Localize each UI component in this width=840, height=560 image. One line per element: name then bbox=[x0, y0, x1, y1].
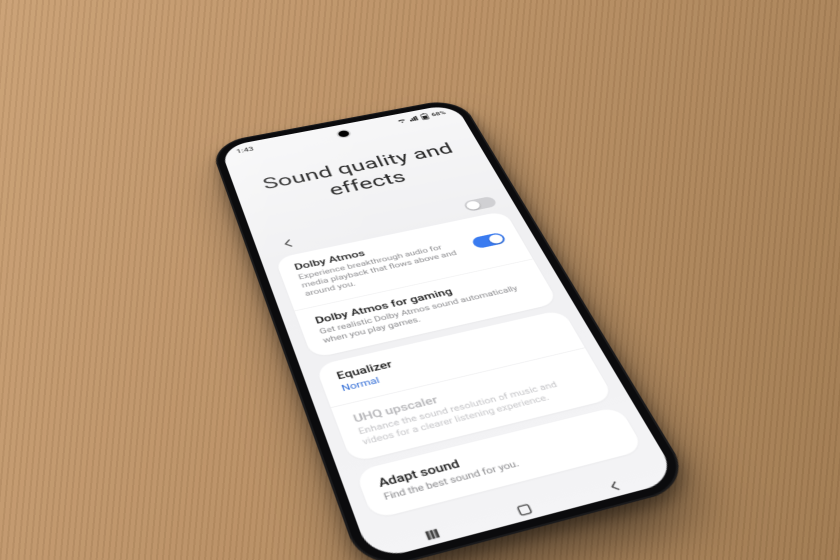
setting-subtitle: Enhance the sound resolution of music an… bbox=[357, 373, 593, 448]
setting-value: Normal bbox=[340, 333, 564, 393]
status-time: 1:43 bbox=[236, 146, 255, 155]
settings-list: Dolby Atmos Experience breakthrough audi… bbox=[261, 208, 668, 542]
setting-subtitle: Find the best sound for you. bbox=[382, 433, 622, 503]
back-button[interactable] bbox=[271, 232, 306, 256]
phone-frame: 1:43 68% bbox=[209, 97, 694, 560]
status-battery: 68% bbox=[430, 110, 446, 117]
navigation-bar bbox=[364, 462, 679, 560]
signal-icon bbox=[408, 116, 419, 122]
dolby-atmos-toggle[interactable] bbox=[471, 232, 508, 249]
settings-card-3: Adapt sound Find the best sound for you. bbox=[355, 406, 645, 520]
nav-recents-button[interactable] bbox=[421, 526, 442, 543]
nav-back-button[interactable] bbox=[604, 479, 625, 495]
header-toggle[interactable] bbox=[462, 196, 497, 212]
nav-home-button[interactable] bbox=[514, 502, 535, 518]
setting-title: Equalizer bbox=[335, 321, 558, 382]
setting-title: Adapt sound bbox=[377, 420, 616, 491]
phone-screen: 1:43 68% bbox=[220, 103, 679, 560]
setting-title: UHQ upscaler bbox=[352, 361, 581, 426]
chevron-left-icon bbox=[278, 236, 299, 250]
battery-icon bbox=[419, 113, 430, 121]
setting-equalizer[interactable]: Equalizer Normal bbox=[315, 309, 584, 407]
setting-uhq-upscaler: UHQ upscaler Enhance the sound resolutio… bbox=[331, 347, 615, 462]
wifi-icon bbox=[396, 118, 407, 124]
settings-card-2: Equalizer Normal UHQ upscaler Enhance th… bbox=[315, 309, 614, 462]
setting-adapt-sound[interactable]: Adapt sound Find the best sound for you. bbox=[355, 406, 645, 520]
